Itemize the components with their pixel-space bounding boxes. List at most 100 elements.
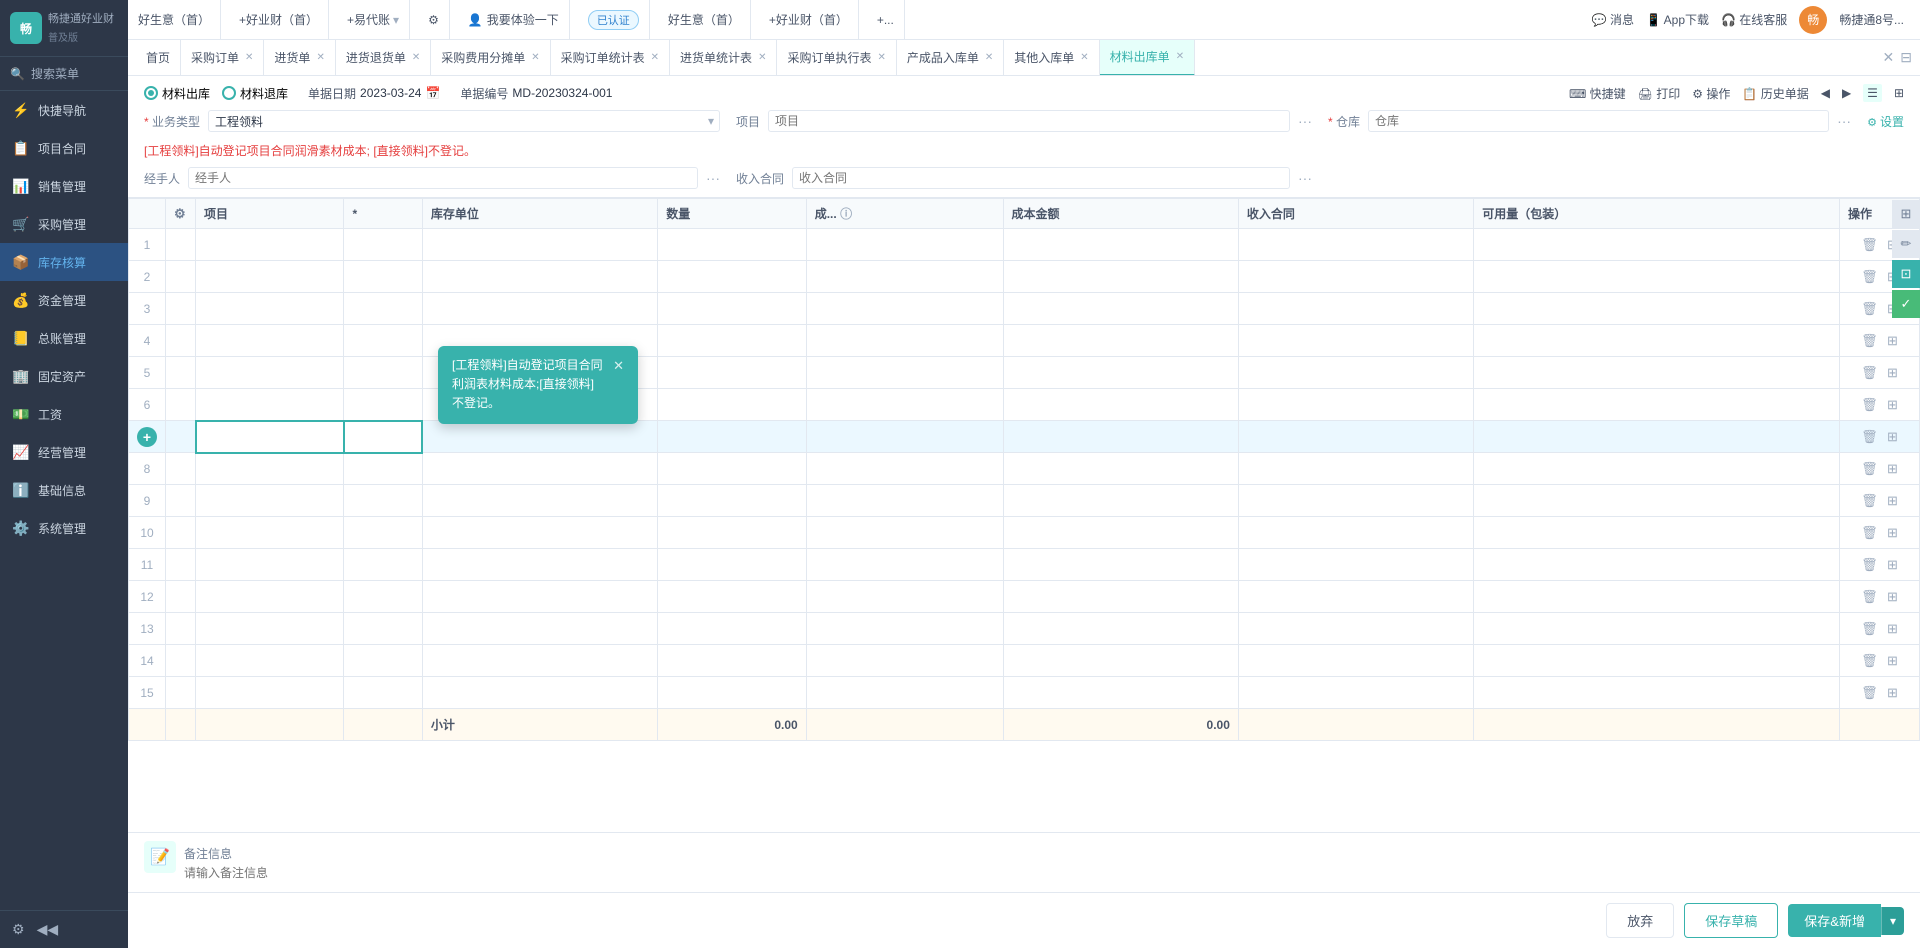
copy-row-9-btn[interactable]: ⊞: [1884, 491, 1901, 511]
copy-row-11-btn[interactable]: ⊞: [1884, 555, 1901, 575]
save-draft-button[interactable]: 保存草稿: [1684, 903, 1778, 938]
online-service-btn[interactable]: 🎧 在线客服: [1721, 11, 1787, 28]
tab-receipt-return[interactable]: 进货退货单 ✕: [336, 40, 431, 76]
delete-row-14-btn[interactable]: 🗑: [1858, 651, 1881, 671]
radio-return[interactable]: 材料退库: [222, 85, 288, 102]
income-contract-more-icon[interactable]: ···: [1298, 170, 1312, 186]
tab-product-inbound[interactable]: 产成品入库单 ✕: [897, 40, 1004, 76]
table-settings-gear-icon[interactable]: ⚙: [174, 206, 186, 221]
copy-row-4-btn[interactable]: ⊞: [1884, 331, 1901, 351]
delete-row-1-btn[interactable]: 🗑: [1858, 235, 1881, 255]
user-avatar[interactable]: 畅: [1799, 6, 1827, 34]
list-view-icon[interactable]: ☰: [1863, 84, 1882, 102]
nav-good-finance-2[interactable]: +好业财（首）: [759, 0, 859, 40]
project-input[interactable]: [768, 110, 1290, 132]
operations-btn[interactable]: ⚙ 操作: [1692, 85, 1730, 102]
tab-close-material-outbound[interactable]: ✕: [1176, 51, 1184, 62]
discard-button[interactable]: 放弃: [1606, 903, 1674, 938]
save-new-main-btn[interactable]: 保存&新增: [1788, 904, 1881, 937]
calendar-icon[interactable]: 📅: [425, 86, 440, 100]
tab-purchase-order[interactable]: 采购订单 ✕: [181, 40, 264, 76]
add-row-btn[interactable]: +: [137, 427, 157, 447]
nav-next-icon[interactable]: ▶: [1842, 86, 1851, 100]
settings-icon2[interactable]: ⚙ 设置: [1867, 113, 1904, 130]
sidebar-item-system[interactable]: ⚙️ 系统管理: [0, 509, 128, 547]
tab-other-inbound[interactable]: 其他入库单 ✕: [1004, 40, 1099, 76]
warehouse-more-icon[interactable]: ···: [1837, 113, 1851, 129]
radio-outbound[interactable]: 材料出库: [144, 85, 210, 102]
income-contract-input[interactable]: [792, 167, 1290, 189]
nav-good-business-2[interactable]: 好生意（首）: [658, 0, 751, 40]
detail-view-icon[interactable]: ⊞: [1894, 86, 1904, 100]
handler-more-icon[interactable]: ···: [706, 170, 720, 186]
delete-row-13-btn[interactable]: 🗑: [1858, 619, 1881, 639]
date-value[interactable]: 2023-03-24: [360, 86, 421, 100]
copy-row-15-btn[interactable]: ⊞: [1884, 683, 1901, 703]
delete-row-4-btn[interactable]: 🗑: [1858, 331, 1881, 351]
sidebar-item-inventory[interactable]: 📦 库存核算: [0, 243, 128, 281]
warehouse-input[interactable]: [1368, 110, 1829, 132]
nav-try[interactable]: 👤 我要体验一下: [458, 0, 570, 40]
delete-row-10-btn[interactable]: 🗑: [1858, 523, 1881, 543]
delete-row-2-btn[interactable]: 🗑: [1858, 267, 1881, 287]
sidebar-item-operations[interactable]: 📈 经营管理: [0, 433, 128, 471]
copy-row-12-btn[interactable]: ⊞: [1884, 587, 1901, 607]
tab-close-product-inbound[interactable]: ✕: [985, 52, 993, 63]
tab-close-purchase-order[interactable]: ✕: [245, 52, 253, 63]
nav-settings[interactable]: ⚙: [418, 0, 450, 40]
copy-row-8-btn[interactable]: ⊞: [1884, 459, 1901, 479]
delete-row-8-btn[interactable]: 🗑: [1858, 459, 1881, 479]
tab-close-other-inbound[interactable]: ✕: [1080, 52, 1088, 63]
tab-close-receipt[interactable]: ✕: [316, 52, 324, 63]
business-type-input[interactable]: [208, 110, 720, 132]
sidebar-item-salary[interactable]: 💵 工资: [0, 395, 128, 433]
tooltip-close-btn[interactable]: ✕: [613, 356, 624, 377]
delete-row-12-btn[interactable]: 🗑: [1858, 587, 1881, 607]
tab-close-purchase-exec[interactable]: ✕: [877, 52, 885, 63]
collapse-icon[interactable]: ◀◀: [37, 921, 59, 938]
message-btn[interactable]: 💬 消息: [1592, 11, 1634, 28]
right-icon-2[interactable]: ✏: [1892, 230, 1920, 258]
print-btn[interactable]: 🖨 打印: [1638, 85, 1681, 102]
delete-row-15-btn[interactable]: 🗑: [1858, 683, 1881, 703]
sidebar-item-project[interactable]: 📋 项目合同: [0, 129, 128, 167]
delete-row-5-btn[interactable]: 🗑: [1858, 363, 1881, 383]
delete-row-3-btn[interactable]: 🗑: [1858, 299, 1881, 319]
sidebar-item-basic-info[interactable]: ℹ️ 基础信息: [0, 471, 128, 509]
copy-row-6-btn[interactable]: ⊞: [1884, 395, 1901, 415]
sidebar-item-finance[interactable]: 💰 资金管理: [0, 281, 128, 319]
nav-prev-icon[interactable]: ◀: [1821, 86, 1830, 100]
history-btn[interactable]: 📋 历史单据: [1742, 85, 1808, 102]
right-icon-3[interactable]: ⊡: [1892, 260, 1920, 288]
delete-row-9-btn[interactable]: 🗑: [1858, 491, 1881, 511]
nav-easy-account[interactable]: +易代账 ▾: [337, 0, 410, 40]
project-more-icon[interactable]: ···: [1298, 113, 1312, 129]
nav-good-finance[interactable]: +好业财（首）: [229, 0, 329, 40]
tab-close-receipt-return[interactable]: ✕: [412, 52, 420, 63]
username[interactable]: 畅捷通8号...: [1839, 11, 1904, 28]
sidebar-item-assets[interactable]: 🏢 固定资产: [0, 357, 128, 395]
note-input[interactable]: [184, 862, 339, 884]
nav-certified[interactable]: 已认证: [578, 0, 650, 40]
tab-list-icon[interactable]: ⊟: [1900, 49, 1912, 66]
search-menu[interactable]: 🔍 搜索菜单: [0, 57, 128, 91]
copy-row-7-btn[interactable]: ⊞: [1884, 427, 1901, 447]
tab-purchase-exec[interactable]: 采购订单执行表 ✕: [777, 40, 896, 76]
delete-row-6-btn[interactable]: 🗑: [1858, 395, 1881, 415]
sidebar-item-ledger[interactable]: 📒 总账管理: [0, 319, 128, 357]
tab-purchase-stats[interactable]: 采购订单统计表 ✕: [551, 40, 670, 76]
save-new-arrow-btn[interactable]: ▾: [1881, 907, 1904, 935]
right-icon-1[interactable]: ⊞: [1892, 200, 1920, 228]
close-window-icon[interactable]: ✕: [1883, 49, 1895, 66]
sidebar-item-sales[interactable]: 📊 销售管理: [0, 167, 128, 205]
copy-row-13-btn[interactable]: ⊞: [1884, 619, 1901, 639]
tab-material-outbound[interactable]: 材料出库单 ✕: [1100, 40, 1195, 76]
app-download-btn[interactable]: 📱 App下载: [1646, 11, 1709, 28]
tab-receipt-stats[interactable]: 进货单统计表 ✕: [670, 40, 777, 76]
copy-row-5-btn[interactable]: ⊞: [1884, 363, 1901, 383]
sidebar-item-shortcut[interactable]: ⚡ 快捷导航: [0, 91, 128, 129]
tab-receipt[interactable]: 进货单 ✕: [264, 40, 335, 76]
tab-home[interactable]: 首页: [136, 40, 181, 76]
shortcut-btn[interactable]: ⌨ 快捷键: [1569, 85, 1626, 102]
copy-row-14-btn[interactable]: ⊞: [1884, 651, 1901, 671]
